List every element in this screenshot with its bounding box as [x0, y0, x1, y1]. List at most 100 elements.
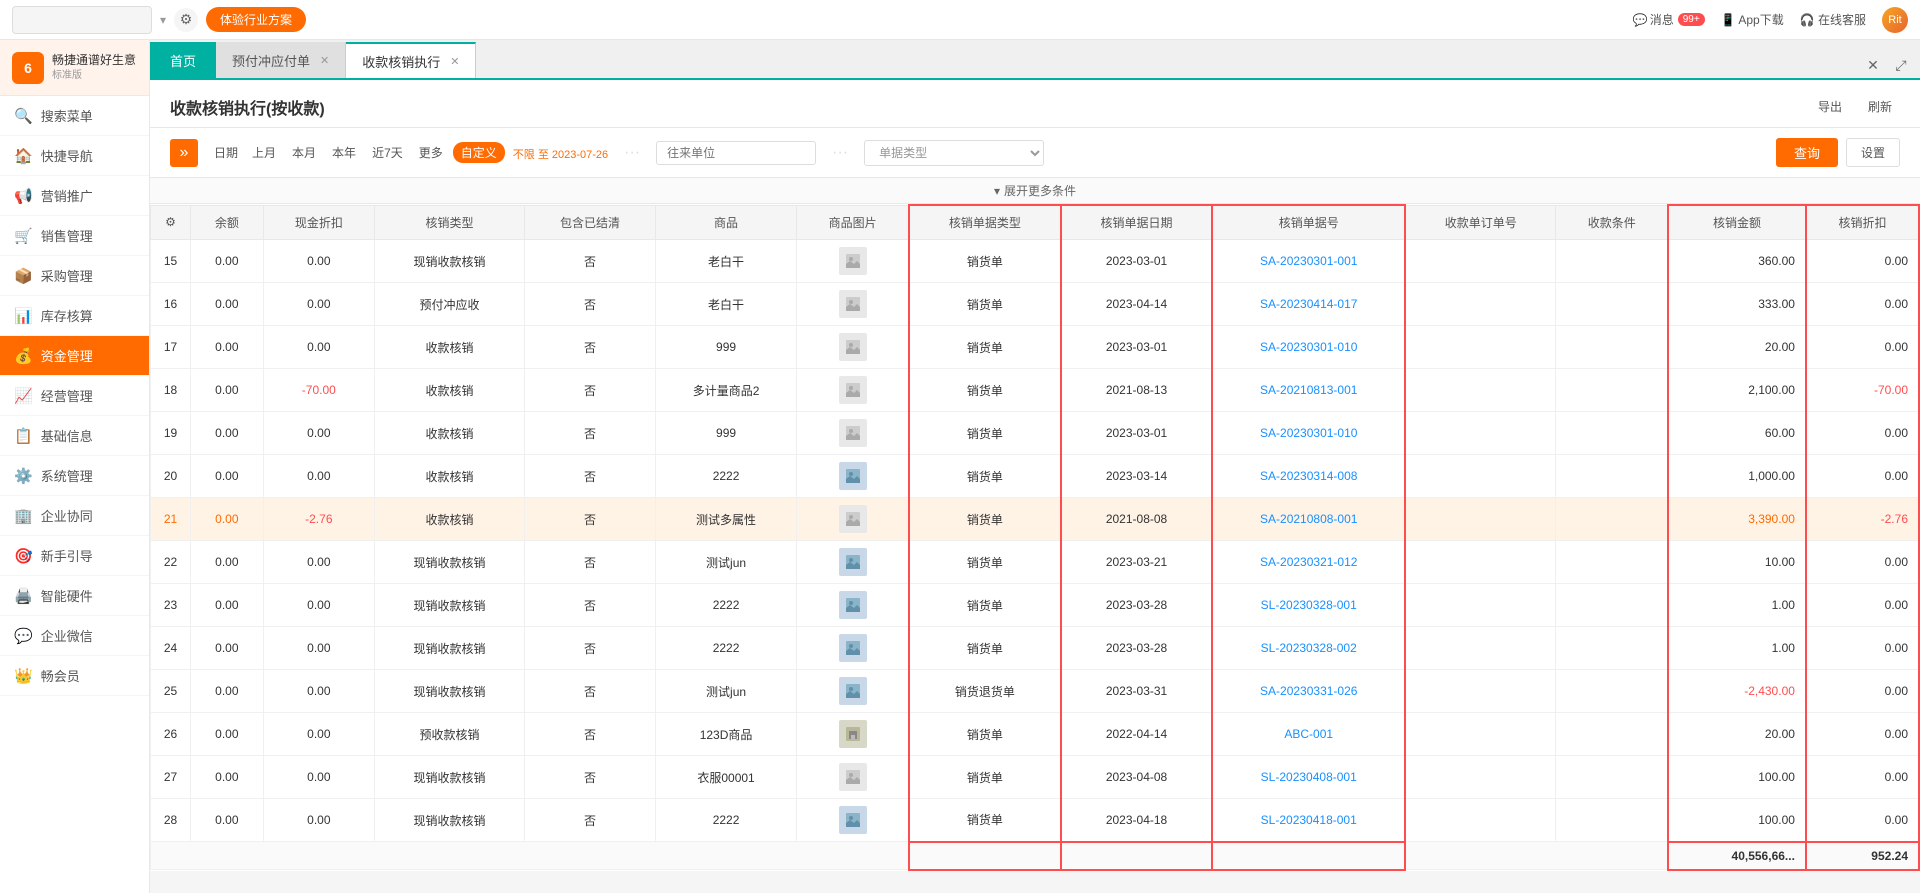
sidebar-item-enterprise[interactable]: 🏢 企业协同 — [0, 496, 149, 536]
cell-verify-bill-no[interactable]: SA-20230314-008 — [1212, 455, 1405, 498]
cell-verify-bill-no[interactable]: SA-20230301-010 — [1212, 412, 1405, 455]
tab-receipt-verify[interactable]: 收款核销执行 ✕ — [346, 42, 476, 78]
cell-verify-bill-no[interactable]: SL-20230328-002 — [1212, 627, 1405, 670]
cell-goods: 多计量商品2 — [655, 369, 796, 412]
cell-verify-amount: 360.00 — [1668, 240, 1806, 283]
cell-verify-bill-no[interactable]: SA-20230301-001 — [1212, 240, 1405, 283]
from-company-input[interactable] — [656, 141, 816, 165]
search-input-placeholder — [12, 6, 152, 34]
verify-bill-no-link[interactable]: SL-20230328-001 — [1261, 598, 1357, 612]
table-row: 260.000.00预收款核销否123D商品销货单2022-04-14ABC-0… — [151, 713, 1920, 756]
cell-verify-type: 现销收款核销 — [375, 541, 525, 584]
sidebar-item-system[interactable]: ⚙️ 系统管理 — [0, 456, 149, 496]
cell-verify-bill-no[interactable]: SA-20230321-012 — [1212, 541, 1405, 584]
col-header-settings[interactable]: ⚙ — [151, 205, 191, 240]
tab-close-window-button[interactable]: ✕ — [1862, 54, 1884, 76]
verify-bill-no-link[interactable]: SL-20230328-002 — [1261, 641, 1357, 655]
sidebar-item-marketing[interactable]: 📢 营销推广 — [0, 176, 149, 216]
verify-bill-no-link[interactable]: SA-20230414-017 — [1260, 297, 1357, 311]
cell-verify-bill-no[interactable]: SA-20230301-010 — [1212, 326, 1405, 369]
cell-goods-img — [797, 584, 909, 627]
settings-gear-icon[interactable]: ⚙ — [174, 8, 198, 32]
cell-goods: 测试jun — [655, 541, 796, 584]
sidebar-item-wechat[interactable]: 💬 企业微信 — [0, 616, 149, 656]
cell-receipt-order-no — [1405, 455, 1556, 498]
footer-spacer — [151, 842, 909, 870]
sidebar-item-search[interactable]: 🔍 搜索菜单 — [0, 96, 149, 136]
cell-receipt-condition — [1556, 326, 1668, 369]
date-7days-button[interactable]: 近7天 — [366, 142, 409, 163]
sidebar-item-basic[interactable]: 📋 基础信息 — [0, 416, 149, 456]
cell-seq: 27 — [151, 756, 191, 799]
sidebar-item-purchase[interactable]: 📦 采购管理 — [0, 256, 149, 296]
app-download-link[interactable]: 📱 App下载 — [1721, 11, 1784, 28]
verify-bill-no-link[interactable]: SA-20230301-010 — [1260, 340, 1357, 354]
cell-verify-discount: 0.00 — [1806, 283, 1919, 326]
sidebar-item-sales[interactable]: 🛒 销售管理 — [0, 216, 149, 256]
sidebar-item-inventory[interactable]: 📊 库存核算 — [0, 296, 149, 336]
date-last-month-button[interactable]: 上月 — [246, 142, 282, 163]
online-service-link[interactable]: 🎧 在线客服 — [1800, 11, 1866, 28]
cell-verify-bill-no[interactable]: ABC-001 — [1212, 713, 1405, 756]
tab-maximize-button[interactable]: ⤢ — [1890, 54, 1912, 76]
cell-goods: 衣服00001 — [655, 756, 796, 799]
cell-seq: 23 — [151, 584, 191, 627]
verify-bill-no-link[interactable]: SL-20230408-001 — [1261, 770, 1357, 784]
cell-include-settled: 否 — [525, 670, 656, 713]
cell-seq: 20 — [151, 455, 191, 498]
verify-bill-no-link[interactable]: SA-20230321-012 — [1260, 555, 1357, 569]
verify-bill-no-link[interactable]: SA-20230301-010 — [1260, 426, 1357, 440]
cell-verify-bill-no[interactable]: SL-20230328-001 — [1212, 584, 1405, 627]
bill-type-select[interactable]: 单据类型 — [864, 140, 1044, 166]
cell-verify-bill-no[interactable]: SA-20230414-017 — [1212, 283, 1405, 326]
filter-settings-button[interactable]: 设置 — [1846, 138, 1900, 167]
sidebar-item-operation[interactable]: 📈 经营管理 — [0, 376, 149, 416]
sidebar-item-finance[interactable]: 💰 资金管理 — [0, 336, 149, 376]
verify-bill-no-link[interactable]: SL-20230418-001 — [1261, 813, 1357, 827]
cell-receipt-condition — [1556, 283, 1668, 326]
date-this-month-button[interactable]: 本月 — [286, 142, 322, 163]
sidebar-item-guide[interactable]: 🎯 新手引导 — [0, 536, 149, 576]
cell-cash-discount: 0.00 — [263, 670, 374, 713]
sidebar-item-hardware[interactable]: 🖨️ 智能硬件 — [0, 576, 149, 616]
messages-link[interactable]: 💬 消息 99+ — [1633, 11, 1705, 28]
main-table: ⚙ 余额 现金折扣 核销类型 包含已结清 商品 商品图片 核销单据类型 核销单据… — [150, 204, 1920, 871]
date-more-button[interactable]: 更多 — [413, 142, 449, 163]
verify-bill-no-link[interactable]: SA-20210813-001 — [1260, 383, 1357, 397]
verify-bill-no-link[interactable]: SA-20230301-001 — [1260, 254, 1357, 268]
cell-verify-bill-no[interactable]: SL-20230418-001 — [1212, 799, 1405, 842]
sidebar-item-member[interactable]: 👑 畅会员 — [0, 656, 149, 696]
cell-verify-bill-no[interactable]: SA-20230331-026 — [1212, 670, 1405, 713]
query-button[interactable]: 查询 — [1776, 138, 1838, 167]
verify-bill-no-link[interactable]: SA-20230314-008 — [1260, 469, 1357, 483]
cell-verify-bill-no[interactable]: SA-20210808-001 — [1212, 498, 1405, 541]
verify-bill-no-link[interactable]: ABC-001 — [1284, 727, 1333, 741]
date-custom-button[interactable]: 自定义 — [453, 142, 505, 163]
cell-receipt-order-no — [1405, 756, 1556, 799]
cell-verify-type: 现销收款核销 — [375, 627, 525, 670]
avatar[interactable]: Rit — [1882, 7, 1908, 33]
tab-home[interactable]: 首页 — [150, 42, 216, 78]
cell-receipt-condition — [1556, 799, 1668, 842]
inventory-icon: 📊 — [14, 307, 33, 325]
date-this-year-button[interactable]: 本年 — [326, 142, 362, 163]
cell-verify-amount: 60.00 — [1668, 412, 1806, 455]
tab-close-receipt-verify[interactable]: ✕ — [450, 55, 459, 68]
expand-conditions-bar[interactable]: ▾ 展开更多条件 — [150, 178, 1920, 204]
refresh-button[interactable]: 刷新 — [1860, 94, 1900, 119]
tab-close-prepay[interactable]: ✕ — [320, 54, 329, 67]
filter-toggle-button[interactable]: » — [170, 139, 198, 167]
cell-balance: 0.00 — [191, 670, 264, 713]
verify-bill-no-link[interactable]: SA-20230331-026 — [1260, 684, 1357, 698]
trial-industry-button[interactable]: 体验行业方案 — [206, 7, 306, 32]
sidebar-item-shortcut[interactable]: 🏠 快捷导航 — [0, 136, 149, 176]
cell-receipt-condition — [1556, 584, 1668, 627]
cell-verify-type: 收款核销 — [375, 326, 525, 369]
cell-balance: 0.00 — [191, 713, 264, 756]
verify-bill-no-link[interactable]: SA-20210808-001 — [1260, 512, 1357, 526]
cell-verify-bill-date: 2023-03-01 — [1061, 240, 1213, 283]
tab-prepay[interactable]: 预付冲应付单 ✕ — [216, 42, 346, 78]
export-button[interactable]: 导出 — [1810, 94, 1850, 119]
cell-verify-bill-no[interactable]: SA-20210813-001 — [1212, 369, 1405, 412]
cell-verify-bill-no[interactable]: SL-20230408-001 — [1212, 756, 1405, 799]
